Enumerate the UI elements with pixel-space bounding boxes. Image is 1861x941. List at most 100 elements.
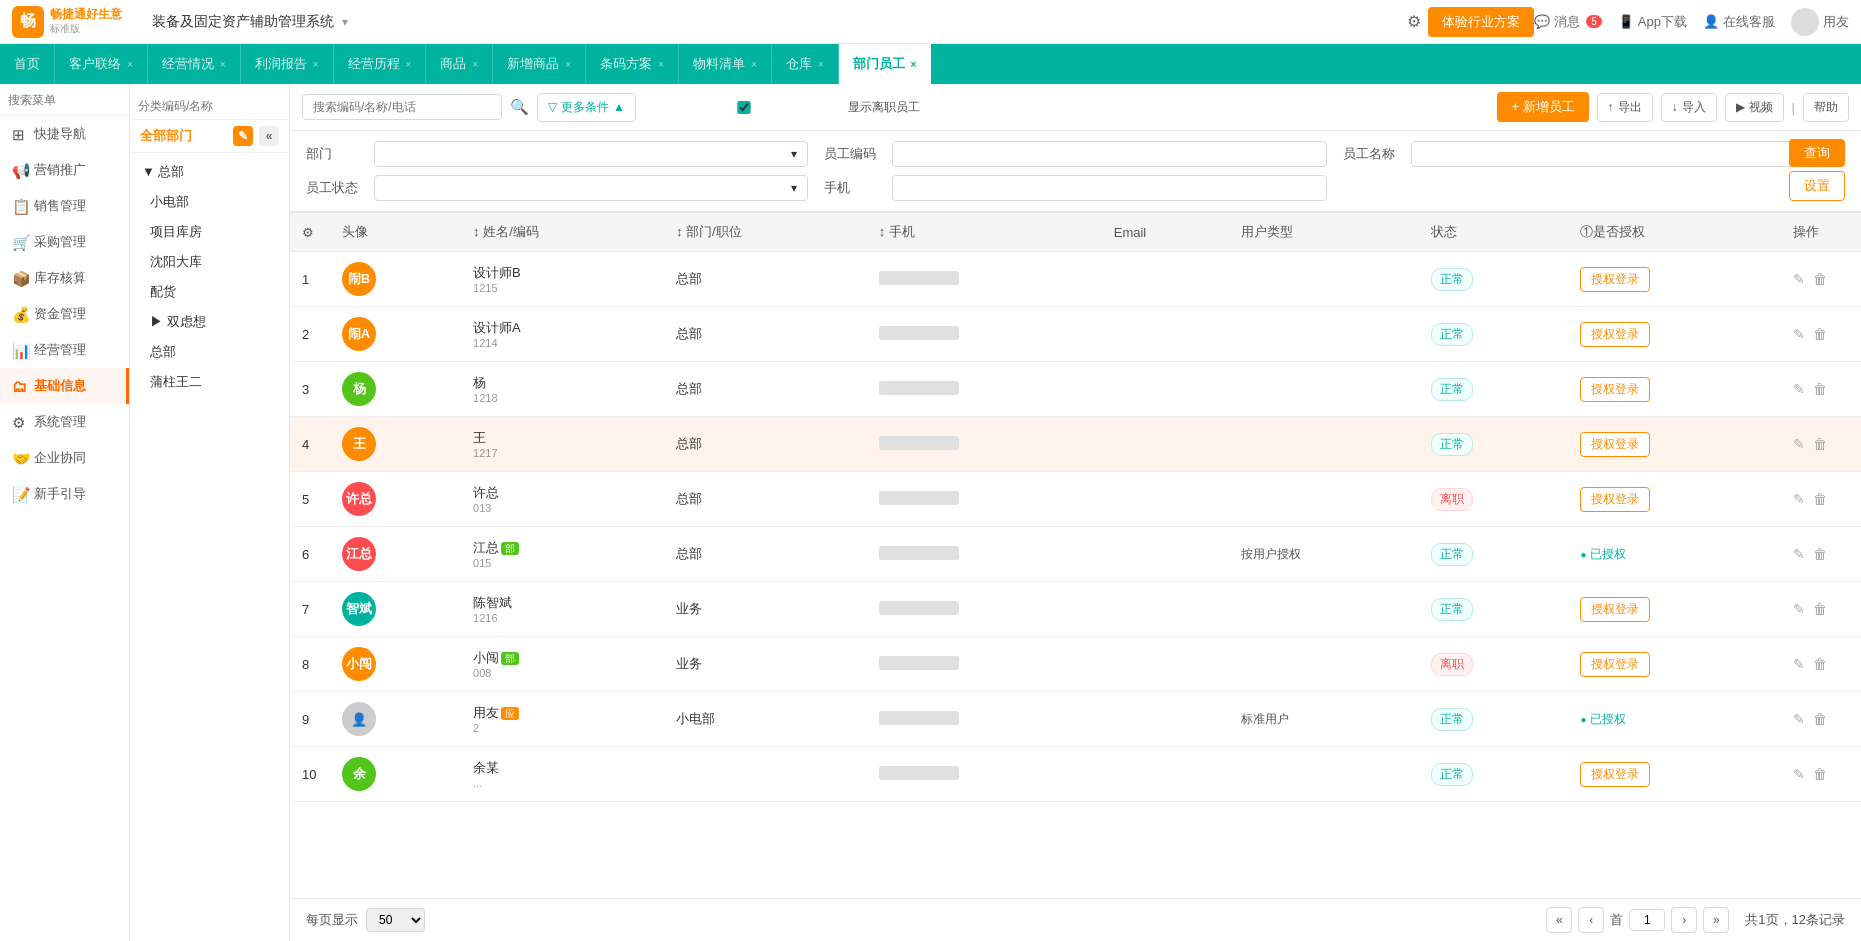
- auth-login-button[interactable]: 授权登录: [1580, 487, 1650, 512]
- dept-node-puzhuwanger[interactable]: 蒲柱王二: [130, 367, 289, 397]
- dept-node-zongbu2[interactable]: 总部: [130, 337, 289, 367]
- dropdown-arrow-icon[interactable]: ▾: [342, 15, 348, 29]
- show-resigned-checkbox[interactable]: [644, 101, 844, 114]
- nav-tab-客户联络[interactable]: 客户联络×: [55, 44, 148, 84]
- auth-login-button[interactable]: 授权登录: [1580, 432, 1650, 457]
- sidebar-item-collab[interactable]: 🤝企业协同: [0, 440, 129, 476]
- auth-login-button[interactable]: 授权登录: [1580, 322, 1650, 347]
- dept-node-zongbu-root[interactable]: ▼ 总部: [130, 157, 289, 187]
- dept-filter-select[interactable]: ▾: [374, 141, 808, 167]
- edit-icon[interactable]: ✎: [1793, 491, 1805, 507]
- close-tab-icon[interactable]: ×: [127, 59, 133, 70]
- edit-icon[interactable]: ✎: [1793, 711, 1805, 727]
- sidebar-item-finance[interactable]: 💰资金管理: [0, 296, 129, 332]
- nav-tab-部门员工[interactable]: 部门员工×: [839, 44, 932, 84]
- prev-page-button[interactable]: ‹: [1578, 907, 1604, 933]
- message-button[interactable]: 💬 消息 5: [1534, 13, 1602, 31]
- close-tab-icon[interactable]: ×: [220, 59, 226, 70]
- sidebar-item-quick-nav[interactable]: ⊞快捷导航: [0, 116, 129, 152]
- import-button[interactable]: ↓ 导入: [1661, 93, 1717, 122]
- delete-icon[interactable]: 🗑: [1813, 601, 1827, 617]
- dept-collapse-icon[interactable]: «: [259, 126, 279, 146]
- last-page-button[interactable]: »: [1703, 907, 1729, 933]
- auth-login-button[interactable]: 授权登录: [1580, 762, 1650, 787]
- show-resigned-check[interactable]: 显示离职员工: [644, 99, 920, 116]
- edit-icon[interactable]: ✎: [1793, 546, 1805, 562]
- delete-icon[interactable]: 🗑: [1813, 491, 1827, 507]
- close-tab-icon[interactable]: ×: [565, 59, 571, 70]
- add-employee-button[interactable]: + 新增员工: [1497, 92, 1588, 122]
- help-button[interactable]: 帮助: [1803, 93, 1849, 122]
- edit-icon[interactable]: ✎: [1793, 381, 1805, 397]
- dept-search-input[interactable]: [138, 99, 288, 113]
- nav-tab-商品[interactable]: 商品×: [426, 44, 493, 84]
- employee-search-icon[interactable]: 🔍: [510, 98, 529, 116]
- page-number-input[interactable]: [1629, 909, 1665, 931]
- trial-button[interactable]: 体验行业方案: [1428, 7, 1534, 37]
- app-download-button[interactable]: 📱 App下载: [1618, 13, 1687, 31]
- sidebar-item-system[interactable]: ⚙系统管理: [0, 404, 129, 440]
- nav-tab-经营情况[interactable]: 经营情况×: [148, 44, 241, 84]
- delete-icon[interactable]: 🗑: [1813, 656, 1827, 672]
- nav-tab-新增商品[interactable]: 新增商品×: [493, 44, 586, 84]
- dept-node-shenyangshe[interactable]: 沈阳大库: [130, 247, 289, 277]
- close-tab-icon[interactable]: ×: [406, 59, 412, 70]
- col-name[interactable]: ↕ 姓名/编码: [461, 213, 664, 252]
- close-tab-icon[interactable]: ×: [313, 59, 319, 70]
- col-settings[interactable]: ⚙: [290, 213, 330, 252]
- dept-node-shuangluse[interactable]: ▶ 双虑想: [130, 307, 289, 337]
- sidebar-item-sales[interactable]: 📋销售管理: [0, 188, 129, 224]
- auth-login-button[interactable]: 授权登录: [1580, 652, 1650, 677]
- col-dept[interactable]: ↕ 部门/职位: [664, 213, 867, 252]
- auth-login-button[interactable]: 授权登录: [1580, 377, 1650, 402]
- sidebar-item-purchase[interactable]: 🛒采购管理: [0, 224, 129, 260]
- nav-tab-经营历程[interactable]: 经营历程×: [334, 44, 427, 84]
- dept-node-peihuo[interactable]: 配货: [130, 277, 289, 307]
- online-service-button[interactable]: 👤 在线客服: [1703, 13, 1775, 31]
- close-tab-icon[interactable]: ×: [818, 59, 824, 70]
- sidebar-item-guide[interactable]: 📝新手引导: [0, 476, 129, 512]
- video-button[interactable]: ▶ 视频: [1725, 93, 1784, 122]
- phone-filter-input[interactable]: [892, 175, 1326, 201]
- sidebar-item-base[interactable]: 🗂基础信息: [0, 368, 129, 404]
- dept-node-xiangmuku[interactable]: 项目库房: [130, 217, 289, 247]
- nav-tab-利润报告[interactable]: 利润报告×: [241, 44, 334, 84]
- close-tab-icon[interactable]: ×: [911, 59, 917, 70]
- edit-icon[interactable]: ✎: [1793, 656, 1805, 672]
- delete-icon[interactable]: 🗑: [1813, 711, 1827, 727]
- page-size-select[interactable]: 50 20 100: [366, 908, 425, 932]
- dept-node-xiaodiandu[interactable]: 小电部: [130, 187, 289, 217]
- reset-button[interactable]: 设置: [1789, 171, 1845, 201]
- delete-icon[interactable]: 🗑: [1813, 381, 1827, 397]
- sidebar-search-input[interactable]: [8, 93, 130, 107]
- employee-search-input[interactable]: [302, 94, 502, 120]
- nav-tab-物料清单[interactable]: 物料清单×: [679, 44, 772, 84]
- more-conditions-button[interactable]: ▽ 更多条件 ▲: [537, 93, 636, 122]
- nav-tab-仓库[interactable]: 仓库×: [772, 44, 839, 84]
- edit-icon[interactable]: ✎: [1793, 271, 1805, 287]
- close-tab-icon[interactable]: ×: [472, 59, 478, 70]
- nav-tab-条码方案[interactable]: 条码方案×: [586, 44, 679, 84]
- sidebar-item-marketing[interactable]: 📢营销推广: [0, 152, 129, 188]
- delete-icon[interactable]: 🗑: [1813, 546, 1827, 562]
- next-page-button[interactable]: ›: [1671, 907, 1697, 933]
- dept-edit-icon[interactable]: ✎: [233, 126, 253, 146]
- export-button[interactable]: ↑ 导出: [1597, 93, 1653, 122]
- emp-name-filter-input[interactable]: [1411, 141, 1845, 167]
- delete-icon[interactable]: 🗑: [1813, 271, 1827, 287]
- status-filter-select[interactable]: ▾: [374, 175, 808, 201]
- edit-icon[interactable]: ✎: [1793, 326, 1805, 342]
- user-menu-button[interactable]: 用友: [1791, 8, 1849, 36]
- col-phone[interactable]: ↕ 手机: [867, 213, 1102, 252]
- edit-icon[interactable]: ✎: [1793, 436, 1805, 452]
- query-button[interactable]: 查询: [1789, 139, 1845, 167]
- delete-icon[interactable]: 🗑: [1813, 436, 1827, 452]
- auth-login-button[interactable]: 授权登录: [1580, 597, 1650, 622]
- edit-icon[interactable]: ✎: [1793, 766, 1805, 782]
- delete-icon[interactable]: 🗑: [1813, 766, 1827, 782]
- close-tab-icon[interactable]: ×: [658, 59, 664, 70]
- first-page-button[interactable]: «: [1546, 907, 1572, 933]
- sidebar-item-inventory[interactable]: 📦库存核算: [0, 260, 129, 296]
- sidebar-item-operation[interactable]: 📊经营管理: [0, 332, 129, 368]
- emp-code-filter-input[interactable]: [892, 141, 1326, 167]
